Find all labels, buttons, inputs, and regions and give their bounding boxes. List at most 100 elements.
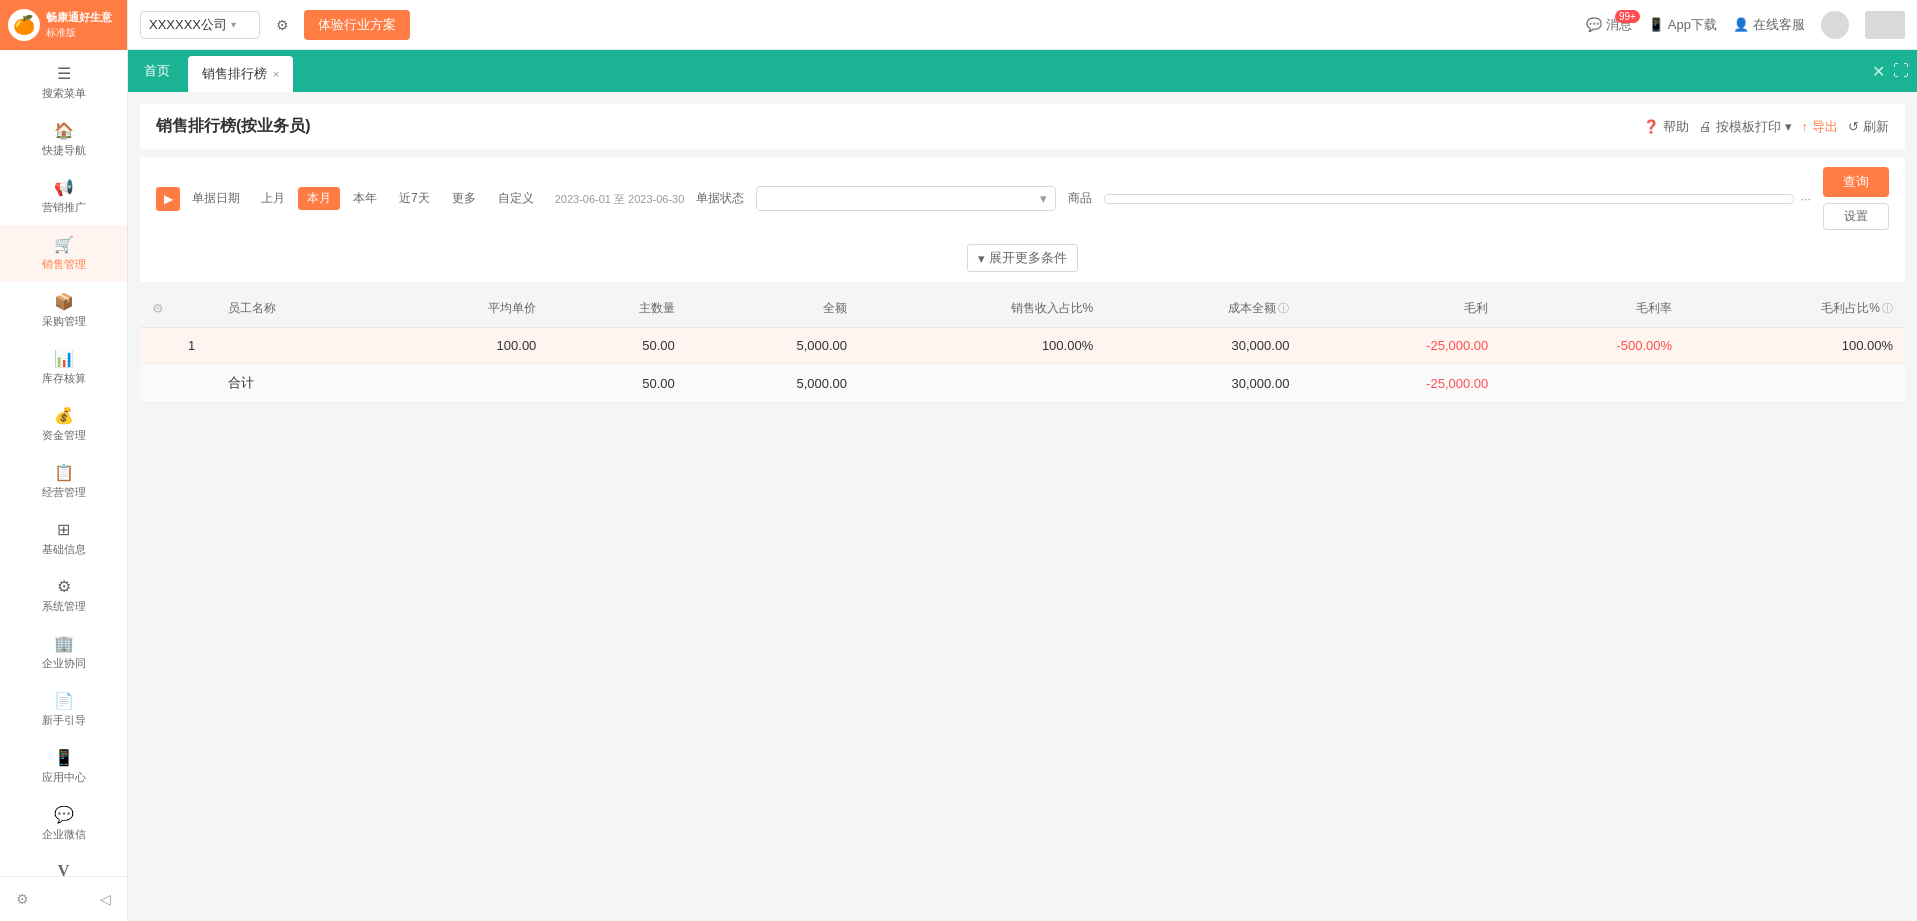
topbar: XXXXXX公司 ▾ ⚙ 体验行业方案 💬 消息 99+ 📱 App下载 👤 在… — [128, 0, 1917, 50]
print-button[interactable]: 🖨 按模板打印 ▾ — [1699, 118, 1792, 136]
row-profit-pct-cell: 100.00% — [1684, 328, 1905, 364]
tabbar-controls: ✕ ⛶ — [1864, 50, 1917, 92]
settings-small-button[interactable]: 设置 — [1823, 203, 1889, 230]
date-btn-this-year[interactable]: 本年 — [344, 187, 386, 210]
row-cost-cell: 30,000.00 — [1105, 328, 1301, 364]
enterprise-icon: 🏢 — [54, 634, 74, 653]
sidebar-item-app[interactable]: 📱 应用中心 — [0, 738, 127, 795]
member-icon: V — [58, 862, 70, 876]
date-buttons: 上月 本月 本年 近7天 更多 自定义 — [252, 187, 543, 210]
date-btn-this-month[interactable]: 本月 — [298, 187, 340, 210]
footer-profit-cell: -25,000.00 — [1301, 364, 1500, 403]
more-options-icon[interactable]: ··· — [1800, 191, 1811, 206]
sidebar-item-inventory[interactable]: 📊 库存核算 — [0, 339, 127, 396]
data-table: ⚙ 员工名称 平均单价 主数量 全额 销售收入占比% 成本全额ⓘ 毛利 毛利率 — [140, 290, 1905, 403]
sidebar-nav: ☰ 搜索菜单 🏠 快捷导航 📢 营销推广 🛒 销售管理 📦 采购管理 📊 库存核… — [0, 50, 127, 876]
col-qty-header: 主数量 — [548, 290, 686, 328]
expand-more-button[interactable]: ▾ 展开更多条件 — [967, 244, 1078, 272]
sidebar-item-member[interactable]: V 畅会员 — [0, 852, 127, 876]
footer-amount-cell: 5,000.00 — [687, 364, 859, 403]
page-header: 销售排行榜(按业务员) ❓ 帮助 🖨 按模板打印 ▾ ↑ 导出 ↺ 刷新 — [140, 104, 1905, 149]
marketing-icon: 📢 — [54, 178, 74, 197]
tab-fullscreen-icon[interactable]: ⛶ — [1893, 62, 1909, 80]
query-button[interactable]: 查询 — [1823, 167, 1889, 197]
content-area: 销售排行榜(按业务员) ❓ 帮助 🖨 按模板打印 ▾ ↑ 导出 ↺ 刷新 — [128, 92, 1917, 921]
col-amount-header: 全额 — [687, 290, 859, 328]
row-sales-pct-cell: 100.00% — [859, 328, 1105, 364]
tab-close-icon[interactable]: × — [273, 68, 279, 80]
date-range-display: 2023-06-01 至 2023-06-30 — [555, 192, 685, 207]
footer-cost-cell: 30,000.00 — [1105, 364, 1301, 403]
sidebar-item-marketing[interactable]: 📢 营销推广 — [0, 168, 127, 225]
finance-icon: 💰 — [54, 406, 74, 425]
status-dropdown[interactable]: ▾ — [756, 186, 1056, 211]
help-icon: ❓ — [1643, 119, 1659, 134]
sidebar-item-app-label: 应用中心 — [42, 770, 86, 785]
sidebar-item-purchase[interactable]: 📦 采购管理 — [0, 282, 127, 339]
trial-button[interactable]: 体验行业方案 — [304, 10, 410, 40]
company-selector[interactable]: XXXXXX公司 ▾ — [140, 11, 260, 39]
help-button[interactable]: ❓ 帮助 — [1643, 118, 1689, 136]
cost-info-icon[interactable]: ⓘ — [1278, 302, 1289, 314]
filter-toggle-button[interactable]: ▶ — [156, 187, 180, 211]
row-employee-cell — [216, 328, 382, 364]
profit-pct-info-icon[interactable]: ⓘ — [1882, 302, 1893, 314]
row-profit-cell: -25,000.00 — [1301, 328, 1500, 364]
sidebar-settings-button[interactable]: ⚙ — [8, 885, 36, 913]
export-button[interactable]: ↑ 导出 — [1802, 118, 1839, 136]
col-employee-header: 员工名称 — [216, 290, 382, 328]
app-download-label: App下载 — [1668, 16, 1717, 34]
sidebar-item-enterprise[interactable]: 🏢 企业协同 — [0, 624, 127, 681]
app-download-button[interactable]: 📱 App下载 — [1648, 16, 1717, 34]
tab-sales-ranking-label: 销售排行榜 — [202, 65, 267, 83]
sidebar-logo: 🍊 畅康通好生意 标准版 — [0, 0, 127, 50]
sidebar-item-operation[interactable]: 📋 经营管理 — [0, 453, 127, 510]
sidebar-item-quick-nav[interactable]: 🏠 快捷导航 — [0, 111, 127, 168]
sales-icon: 🛒 — [54, 235, 74, 254]
filter-bar: ▶ 单据日期 上月 本月 本年 近7天 更多 自定义 2023-06-01 至 … — [140, 157, 1905, 282]
guide-icon: 📄 — [54, 691, 74, 710]
avatar[interactable] — [1821, 11, 1849, 39]
date-btn-last-month[interactable]: 上月 — [252, 187, 294, 210]
footer-rank-cell — [176, 364, 216, 403]
tab-home[interactable]: 首页 — [128, 50, 186, 92]
online-support-button[interactable]: 👤 在线客服 — [1733, 16, 1805, 34]
refresh-button[interactable]: ↺ 刷新 — [1848, 118, 1889, 136]
operation-icon: 📋 — [54, 463, 74, 482]
sidebar-item-sales[interactable]: 🛒 销售管理 — [0, 225, 127, 282]
row-settings-cell — [140, 328, 176, 364]
sidebar-item-finance[interactable]: 💰 资金管理 — [0, 396, 127, 453]
sidebar-item-system[interactable]: ⚙ 系统管理 — [0, 567, 127, 624]
date-btn-7days[interactable]: 近7天 — [390, 187, 439, 210]
sidebar: 🍊 畅康通好生意 标准版 ☰ 搜索菜单 🏠 快捷导航 📢 营销推广 🛒 销售管理… — [0, 0, 128, 921]
refresh-label: 刷新 — [1863, 118, 1889, 136]
sidebar-item-guide[interactable]: 📄 新手引导 — [0, 681, 127, 738]
purchase-icon: 📦 — [54, 292, 74, 311]
tab-close-window-icon[interactable]: ✕ — [1872, 62, 1885, 81]
table-settings-icon[interactable]: ⚙ — [152, 301, 164, 316]
sidebar-item-guide-label: 新手引导 — [42, 713, 86, 728]
app-icon: 📱 — [54, 748, 74, 767]
sidebar-collapse-button[interactable]: ◁ — [91, 885, 119, 913]
filter-row-1: ▶ 单据日期 上月 本月 本年 近7天 更多 自定义 2023-06-01 至 … — [156, 167, 1889, 230]
date-filter-label: 单据日期 — [192, 190, 240, 207]
row-amount-cell: 5,000.00 — [687, 328, 859, 364]
print-chevron-icon: ▾ — [1785, 119, 1792, 134]
data-table-wrap: ⚙ 员工名称 平均单价 主数量 全额 销售收入占比% 成本全额ⓘ 毛利 毛利率 — [140, 290, 1905, 403]
goods-dropdown[interactable] — [1104, 194, 1794, 204]
logo-sub: 标准版 — [46, 26, 112, 40]
date-btn-custom[interactable]: 自定义 — [489, 187, 543, 210]
message-button[interactable]: 💬 消息 99+ — [1586, 16, 1632, 34]
sidebar-item-search[interactable]: ☰ 搜索菜单 — [0, 54, 127, 111]
message-badge: 99+ — [1615, 10, 1640, 23]
app-download-icon: 📱 — [1648, 17, 1664, 32]
sidebar-item-system-label: 系统管理 — [42, 599, 86, 614]
sidebar-item-wechat[interactable]: 💬 企业微信 — [0, 795, 127, 852]
sidebar-item-basic[interactable]: ⊞ 基础信息 — [0, 510, 127, 567]
footer-avg-price-cell — [382, 364, 548, 403]
sidebar-item-purchase-label: 采购管理 — [42, 314, 86, 329]
company-name: XXXXXX公司 — [149, 16, 227, 34]
gear-button[interactable]: ⚙ — [268, 11, 296, 39]
date-btn-more[interactable]: 更多 — [443, 187, 485, 210]
tab-sales-ranking[interactable]: 销售排行榜 × — [188, 56, 293, 92]
